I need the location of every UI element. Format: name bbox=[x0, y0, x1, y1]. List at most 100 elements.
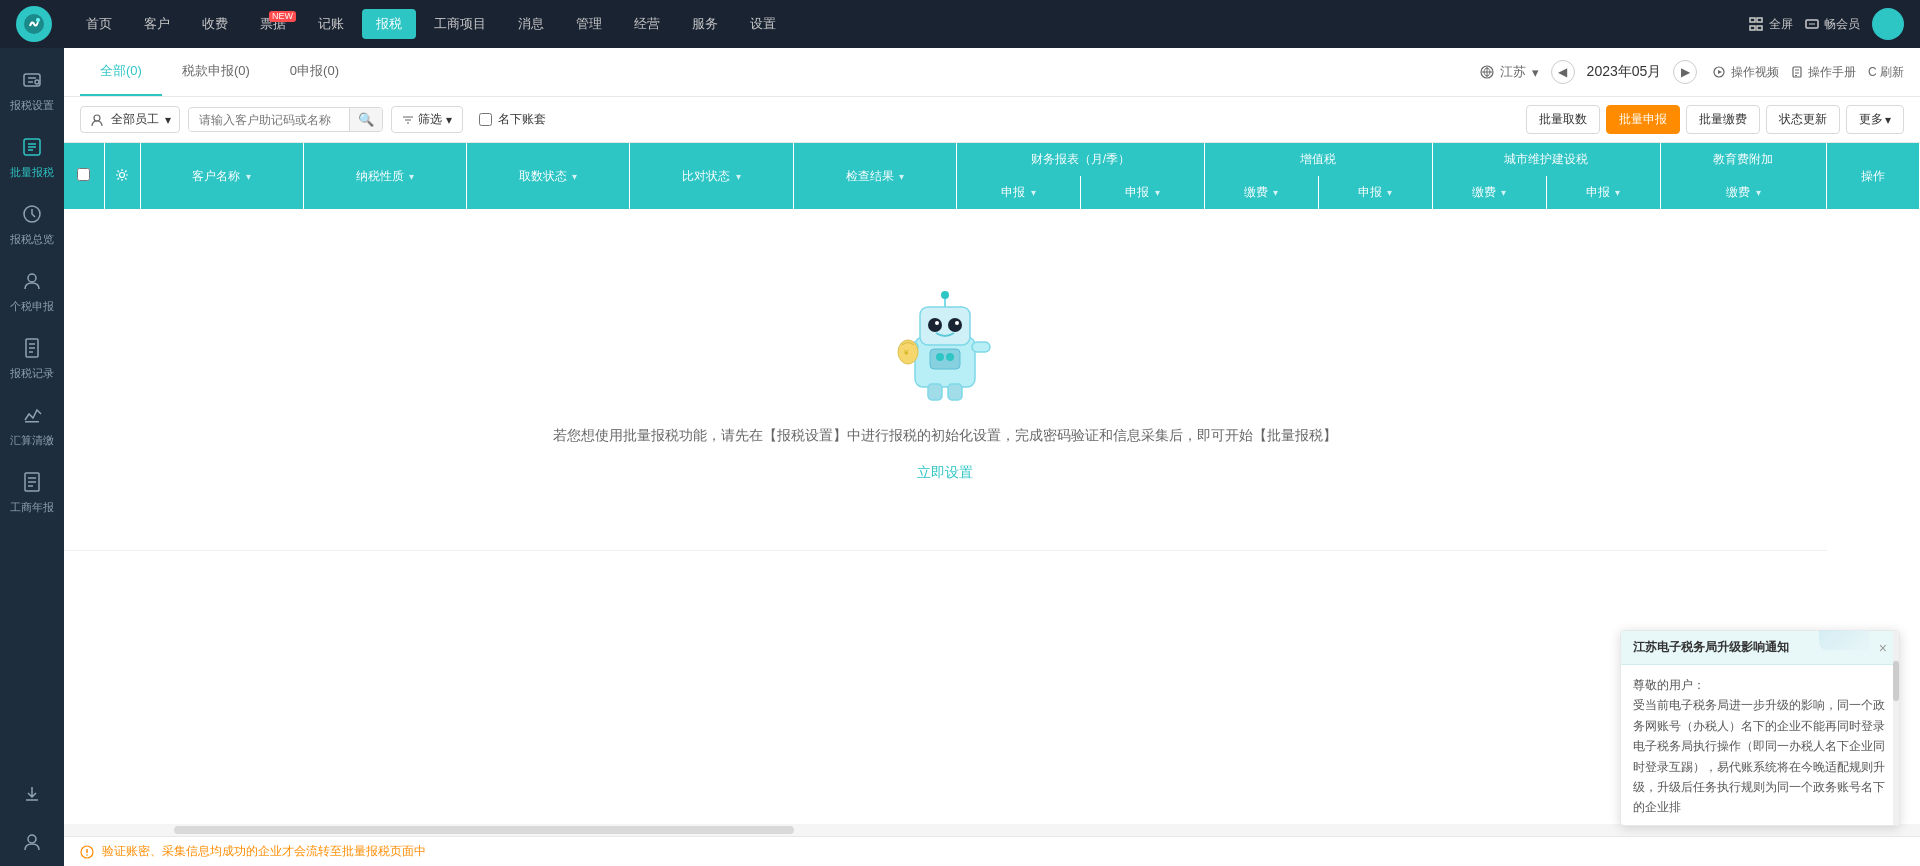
sidebar-label-tax-settings: 报税设置 bbox=[10, 98, 54, 113]
sidebar-item-tax-settings[interactable]: 报税设置 bbox=[0, 56, 64, 123]
sidebar-item-batch-tax[interactable]: 批量报税 bbox=[0, 123, 64, 190]
warning-text: 验证账密、采集信息均成功的企业才会流转至批量报税页面中 bbox=[102, 843, 426, 860]
tax-records-icon bbox=[18, 334, 46, 362]
filter-btn[interactable]: 筛选 ▾ bbox=[391, 106, 463, 133]
scrollbar-thumb[interactable] bbox=[174, 826, 794, 834]
more-btn[interactable]: 更多 ▾ bbox=[1846, 105, 1904, 134]
batch-pay-btn[interactable]: 批量缴费 bbox=[1686, 105, 1760, 134]
prev-month-btn[interactable]: ◀ bbox=[1551, 60, 1575, 84]
svg-rect-5 bbox=[1757, 26, 1762, 30]
action-btns: 批量取数 批量申报 批量缴费 状态更新 更多 ▾ bbox=[1526, 105, 1904, 134]
sidebar-item-personal-tax[interactable]: 个税申报 bbox=[0, 257, 64, 324]
sidebar-label-personal-tax: 个税申报 bbox=[10, 299, 54, 314]
employee-icon bbox=[89, 112, 105, 128]
svg-point-25 bbox=[948, 318, 962, 332]
tab-zero-declare[interactable]: 0申报(0) bbox=[270, 48, 359, 96]
notif-scroll-thumb bbox=[1893, 661, 1899, 701]
th-finance-report: 财务报表（月/季） bbox=[957, 143, 1205, 176]
fullscreen-btn[interactable]: 全屏 bbox=[1749, 16, 1792, 33]
settings-gear-icon[interactable] bbox=[115, 168, 129, 182]
th-vat-pay: 缴费 ▾ bbox=[1204, 176, 1318, 209]
empty-state: ¥ 若您想使用批量报税功能，请先在【报税设置】中进行报税的初始化设置 bbox=[74, 217, 1817, 542]
sidebar-item-tax-overview[interactable]: 报税总览 bbox=[0, 190, 64, 257]
nav-fee[interactable]: 收费 bbox=[188, 9, 242, 39]
tab-tax-declare[interactable]: 税款申报(0) bbox=[162, 48, 270, 96]
sidebar-item-tax-records[interactable]: 报税记录 bbox=[0, 324, 64, 391]
notification-body: 尊敬的用户： 受当前电子税务局进一步升级的影响，同一个政务网账号（办税人）名下的… bbox=[1621, 665, 1899, 825]
setup-link[interactable]: 立即设置 bbox=[917, 464, 973, 482]
manual-btn[interactable]: 操作手册 bbox=[1791, 64, 1856, 81]
batch-tax-icon bbox=[18, 133, 46, 161]
svg-point-21 bbox=[120, 172, 125, 177]
svg-rect-35 bbox=[948, 384, 962, 400]
notif-scrollbar[interactable] bbox=[1893, 631, 1899, 825]
sidebar-item-settlement[interactable]: 汇算清缴 bbox=[0, 391, 64, 458]
member-btn[interactable]: 畅会员 bbox=[1805, 16, 1860, 33]
sidebar-label-settlement: 汇算清缴 bbox=[10, 433, 54, 448]
svg-marker-18 bbox=[1718, 70, 1722, 74]
bottom-bar: 验证账密、采集信息均成功的企业才会流转至批量报税页面中 bbox=[64, 836, 1920, 866]
video-btn[interactable]: 操作视频 bbox=[1713, 64, 1778, 81]
batch-declare-btn[interactable]: 批量申报 bbox=[1606, 105, 1680, 134]
svg-rect-4 bbox=[1750, 26, 1755, 30]
sidebar-item-annual-report[interactable]: 工商年报 bbox=[0, 458, 64, 525]
account-checkbox[interactable] bbox=[479, 113, 492, 126]
svg-rect-23 bbox=[920, 307, 970, 345]
nav-settings[interactable]: 设置 bbox=[736, 9, 790, 39]
empty-state-cell: ¥ 若您想使用批量报税功能，请先在【报税设置】中进行报税的初始化设置 bbox=[64, 209, 1827, 551]
svg-point-24 bbox=[928, 318, 942, 332]
region-selector[interactable]: 江苏 ▾ bbox=[1480, 63, 1539, 81]
refresh-btn[interactable]: C 刷新 bbox=[1868, 64, 1904, 81]
checkbox-label: 名下账套 bbox=[498, 111, 546, 128]
svg-point-11 bbox=[28, 274, 36, 282]
svg-rect-3 bbox=[1757, 18, 1762, 22]
svg-point-26 bbox=[935, 321, 939, 325]
nav-customer[interactable]: 客户 bbox=[130, 9, 184, 39]
notification-subtitle: 尊敬的用户： bbox=[1633, 675, 1887, 695]
nav-operation[interactable]: 经营 bbox=[620, 9, 674, 39]
sidebar-item-download[interactable] bbox=[0, 770, 64, 818]
nav-accounting[interactable]: 记账 bbox=[304, 9, 358, 39]
th-edu-declare: 申报 ▾ bbox=[1546, 176, 1660, 209]
notification-close-btn[interactable]: × bbox=[1879, 640, 1887, 656]
tax-settings-icon bbox=[18, 66, 46, 94]
svg-rect-34 bbox=[928, 384, 942, 400]
svg-rect-31 bbox=[972, 342, 990, 352]
nav-tax[interactable]: 报税 bbox=[362, 9, 416, 39]
nav-invoice[interactable]: 票据 NEW bbox=[246, 9, 300, 39]
notification-panel: 江苏电子税务局升级影响通知 × 尊敬的用户： 受当前电子税务局进一步升级的影响，… bbox=[1620, 630, 1900, 826]
nav-management[interactable]: 管理 bbox=[562, 9, 616, 39]
th-city-tax: 城市维护建设税 bbox=[1432, 143, 1660, 176]
nav-business[interactable]: 工商项目 bbox=[420, 9, 500, 39]
logo[interactable] bbox=[16, 6, 52, 42]
svg-rect-36 bbox=[930, 349, 960, 369]
nav-message[interactable]: 消息 bbox=[504, 9, 558, 39]
svg-rect-2 bbox=[1750, 18, 1755, 22]
empty-message: 若您想使用批量报税功能，请先在【报税设置】中进行报税的初始化设置，完成密码验证和… bbox=[553, 423, 1337, 448]
nav-service[interactable]: 服务 bbox=[678, 9, 732, 39]
nav-items: 首页 客户 收费 票据 NEW 记账 报税 工商项目 消息 管理 经营 服务 设… bbox=[72, 9, 1749, 39]
download-icon bbox=[18, 780, 46, 808]
status-update-btn[interactable]: 状态更新 bbox=[1766, 105, 1840, 134]
th-action: 操作 bbox=[1827, 143, 1920, 209]
svg-point-15 bbox=[28, 835, 36, 843]
sidebar-label-tax-overview: 报税总览 bbox=[10, 232, 54, 247]
search-input[interactable] bbox=[189, 109, 349, 131]
batch-fetch-btn[interactable]: 批量取数 bbox=[1526, 105, 1600, 134]
user-avatar[interactable] bbox=[1872, 8, 1904, 40]
employee-select[interactable]: 全部员工 ▾ bbox=[80, 106, 180, 133]
sidebar-item-profile[interactable] bbox=[0, 818, 64, 866]
filter-icon bbox=[402, 114, 414, 126]
employee-select-arrow: ▾ bbox=[165, 113, 171, 127]
next-month-btn[interactable]: ▶ bbox=[1673, 60, 1697, 84]
th-edu-surcharge: 教育费附加 bbox=[1660, 143, 1827, 176]
svg-text:¥: ¥ bbox=[903, 348, 909, 357]
region-arrow: ▾ bbox=[1532, 65, 1539, 80]
tab-all[interactable]: 全部(0) bbox=[80, 48, 162, 96]
select-all-checkbox[interactable] bbox=[77, 168, 90, 181]
tab-bar: 全部(0) 税款申报(0) 0申报(0) 江苏 ▾ ◀ bbox=[64, 48, 1920, 97]
nav-home[interactable]: 首页 bbox=[72, 9, 126, 39]
search-btn[interactable]: 🔍 bbox=[349, 108, 382, 131]
filter-bar: 全部员工 ▾ 🔍 筛选 ▾ 名下账套 批量取数 批量申报 批量缴 bbox=[64, 97, 1920, 143]
th-tax-type: 纳税性质 ▾ bbox=[303, 143, 466, 209]
